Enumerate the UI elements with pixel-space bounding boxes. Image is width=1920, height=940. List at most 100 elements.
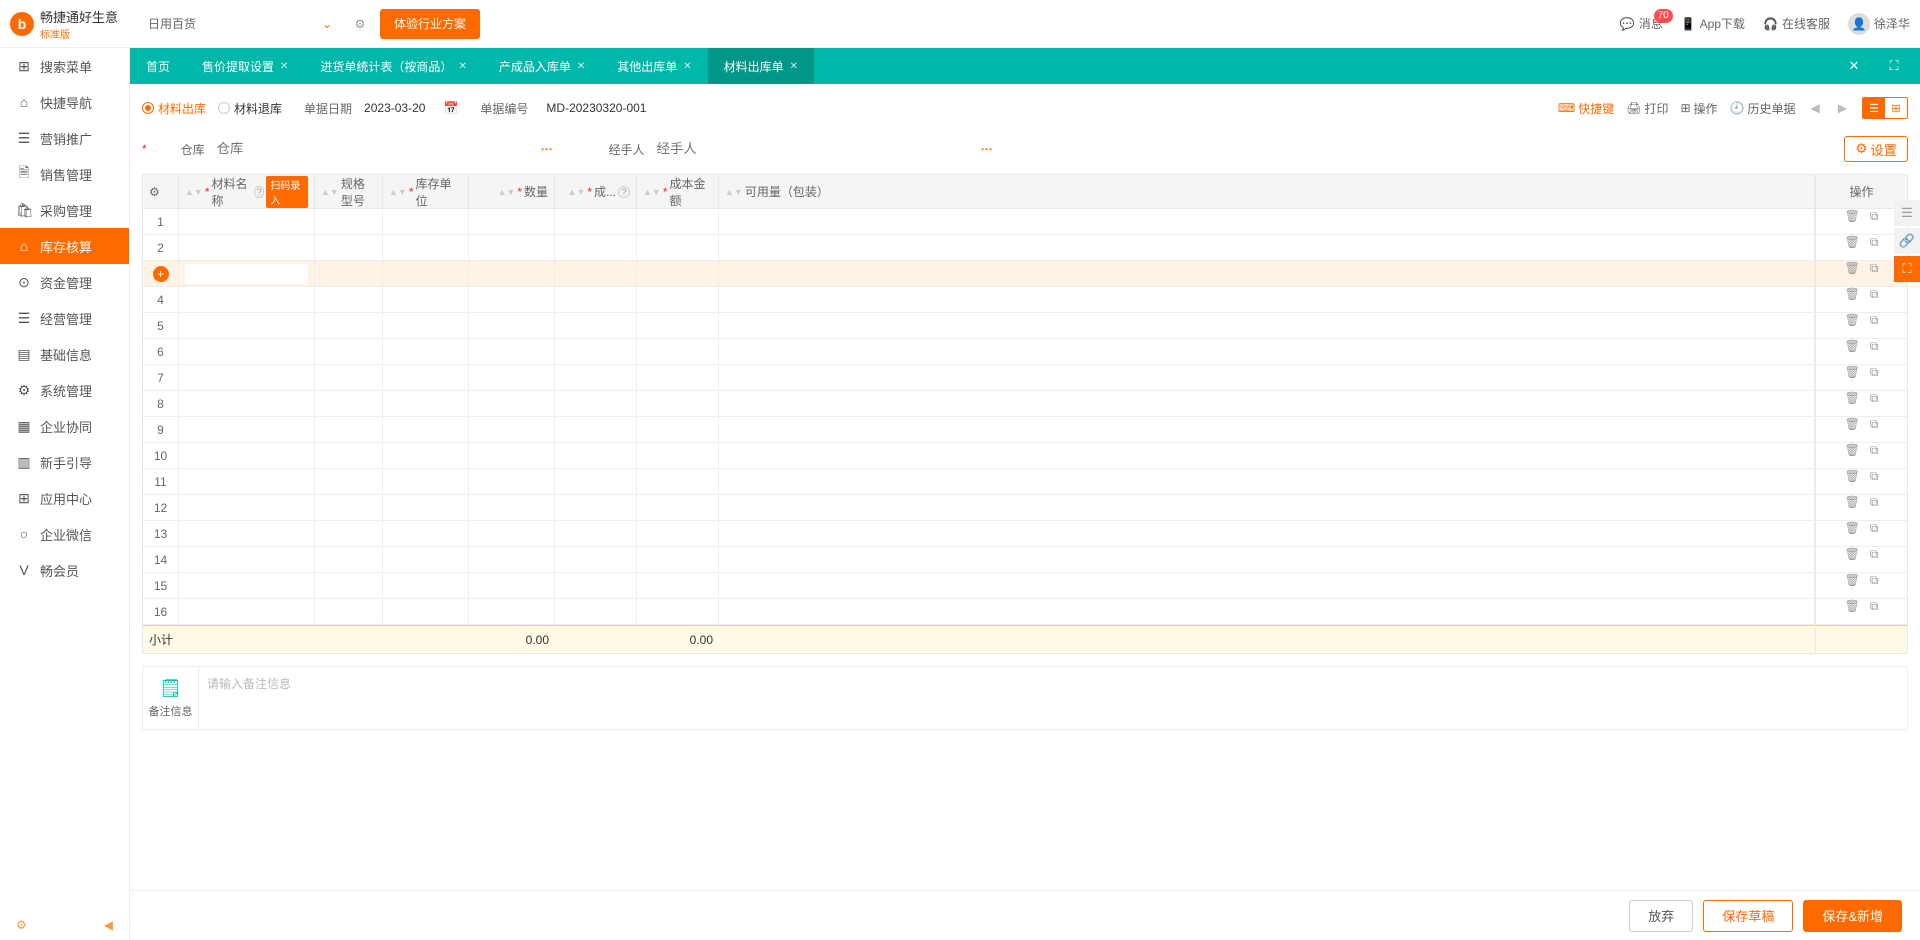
cell-avail[interactable] (719, 599, 1815, 624)
col-spec[interactable]: ▲▼ 规格型号 (315, 175, 383, 208)
cell-name[interactable] (179, 261, 315, 286)
col-unit[interactable]: ▲▼* 库存单位 (383, 175, 469, 208)
cell-amount[interactable] (637, 365, 719, 390)
delete-row-icon[interactable]: 🗑 (1845, 469, 1860, 494)
cell-avail[interactable] (719, 209, 1815, 234)
copy-row-icon[interactable]: ⧉ (1870, 209, 1879, 234)
cell-avail[interactable] (719, 495, 1815, 520)
table-row[interactable]: 10 (143, 443, 1815, 469)
cell-unit[interactable] (383, 417, 469, 442)
copy-row-icon[interactable]: ⧉ (1870, 313, 1879, 338)
copy-row-icon[interactable]: ⧉ (1870, 339, 1879, 364)
cell-qty[interactable] (469, 391, 555, 416)
delete-row-icon[interactable]: 🗑 (1845, 547, 1860, 572)
cell-cost[interactable] (555, 573, 637, 598)
cell-amount[interactable] (637, 313, 719, 338)
cell-spec[interactable] (315, 443, 383, 468)
cell-avail[interactable] (719, 417, 1815, 442)
next-bill-button[interactable]: ▶ (1835, 101, 1850, 115)
col-available[interactable]: ▲▼ 可用量（包装） (719, 175, 1815, 208)
cell-qty[interactable] (469, 235, 555, 260)
copy-row-icon[interactable]: ⧉ (1870, 495, 1879, 520)
scan-input-tag[interactable]: 扫码录入 (266, 176, 308, 208)
tab-5[interactable]: 材料出库单✕ (708, 48, 814, 84)
sidebar-settings-icon[interactable]: ⚙ (16, 918, 27, 932)
operate-button[interactable]: ⊞ 操作 (1680, 100, 1717, 117)
cell-qty[interactable] (469, 209, 555, 234)
cell-unit[interactable] (383, 235, 469, 260)
copy-row-icon[interactable]: ⧉ (1870, 443, 1879, 468)
col-amount[interactable]: ▲▼* 成本金额 (637, 175, 719, 208)
cell-cost[interactable] (555, 235, 637, 260)
table-row[interactable]: 12 (143, 495, 1815, 521)
close-icon[interactable]: ✕ (280, 61, 288, 72)
history-button[interactable]: 🕘 历史单据 (1730, 100, 1796, 117)
table-row[interactable]: 11 (143, 469, 1815, 495)
cell-name[interactable] (179, 313, 315, 338)
tab-2[interactable]: 进货单统计表（按商品）✕ (304, 48, 482, 84)
tab-4[interactable]: 其他出库单✕ (601, 48, 707, 84)
cell-name[interactable] (179, 599, 315, 624)
tab-1[interactable]: 售价提取设置✕ (186, 48, 304, 84)
close-icon[interactable]: ✕ (577, 61, 585, 72)
warehouse-picker-icon[interactable]: ⋯ (541, 142, 555, 156)
cell-amount[interactable] (637, 261, 719, 286)
cell-name[interactable] (179, 521, 315, 546)
tool-note[interactable]: ☰ (1894, 200, 1920, 226)
cell-amount[interactable] (637, 573, 719, 598)
cell-qty[interactable] (469, 365, 555, 390)
cell-unit[interactable] (383, 261, 469, 286)
material-name-input[interactable] (185, 264, 308, 284)
cell-cost[interactable] (555, 261, 637, 286)
col-settings[interactable]: ⚙ (143, 175, 179, 208)
cell-qty[interactable] (469, 495, 555, 520)
cell-avail[interactable] (719, 339, 1815, 364)
tool-expand[interactable]: ⛶ (1894, 256, 1920, 282)
table-row[interactable]: 4 (143, 287, 1815, 313)
cell-unit[interactable] (383, 287, 469, 312)
sidebar-item-4[interactable]: 🛍采购管理 (0, 192, 129, 228)
cell-name[interactable] (179, 547, 315, 572)
cell-spec[interactable] (315, 339, 383, 364)
trial-plan-button[interactable]: 体验行业方案 (380, 9, 480, 39)
user-menu[interactable]: 👤 徐泽华 (1848, 13, 1910, 35)
cell-unit[interactable] (383, 495, 469, 520)
cell-cost[interactable] (555, 209, 637, 234)
tab-fullscreen[interactable]: ⛶ (1876, 54, 1912, 78)
cell-spec[interactable] (315, 365, 383, 390)
sidebar-item-7[interactable]: ☰经营管理 (0, 300, 129, 336)
tool-link[interactable]: 🔗 (1894, 228, 1920, 254)
sidebar-collapse-icon[interactable]: ◀ (104, 918, 113, 932)
cell-spec[interactable] (315, 521, 383, 546)
cell-amount[interactable] (637, 417, 719, 442)
table-row[interactable]: 7 (143, 365, 1815, 391)
delete-row-icon[interactable]: 🗑 (1845, 261, 1860, 286)
delete-row-icon[interactable]: 🗑 (1845, 391, 1860, 416)
cell-name[interactable] (179, 495, 315, 520)
table-row[interactable]: 1 (143, 209, 1815, 235)
delete-row-icon[interactable]: 🗑 (1845, 339, 1860, 364)
prev-bill-button[interactable]: ◀ (1808, 101, 1823, 115)
cell-amount[interactable] (637, 209, 719, 234)
copy-row-icon[interactable]: ⧉ (1870, 417, 1879, 442)
col-cost[interactable]: ▲▼* 成... ? (555, 175, 637, 208)
cell-name[interactable] (179, 339, 315, 364)
calendar-icon[interactable]: 📅 (443, 101, 458, 115)
delete-row-icon[interactable]: 🗑 (1845, 235, 1860, 260)
cell-name[interactable] (179, 391, 315, 416)
delete-row-icon[interactable]: 🗑 (1845, 417, 1860, 442)
cell-cost[interactable] (555, 495, 637, 520)
cell-qty[interactable] (469, 547, 555, 572)
save-draft-button[interactable]: 保存草稿 (1703, 900, 1793, 932)
handler-input[interactable] (653, 136, 973, 162)
cell-avail[interactable] (719, 443, 1815, 468)
cell-avail[interactable] (719, 469, 1815, 494)
delete-row-icon[interactable]: 🗑 (1845, 313, 1860, 338)
cell-spec[interactable] (315, 573, 383, 598)
cell-spec[interactable] (315, 417, 383, 442)
close-icon[interactable]: ✕ (683, 61, 691, 72)
cell-amount[interactable] (637, 339, 719, 364)
cell-cost[interactable] (555, 547, 637, 572)
cell-name[interactable] (179, 287, 315, 312)
cell-avail[interactable] (719, 391, 1815, 416)
